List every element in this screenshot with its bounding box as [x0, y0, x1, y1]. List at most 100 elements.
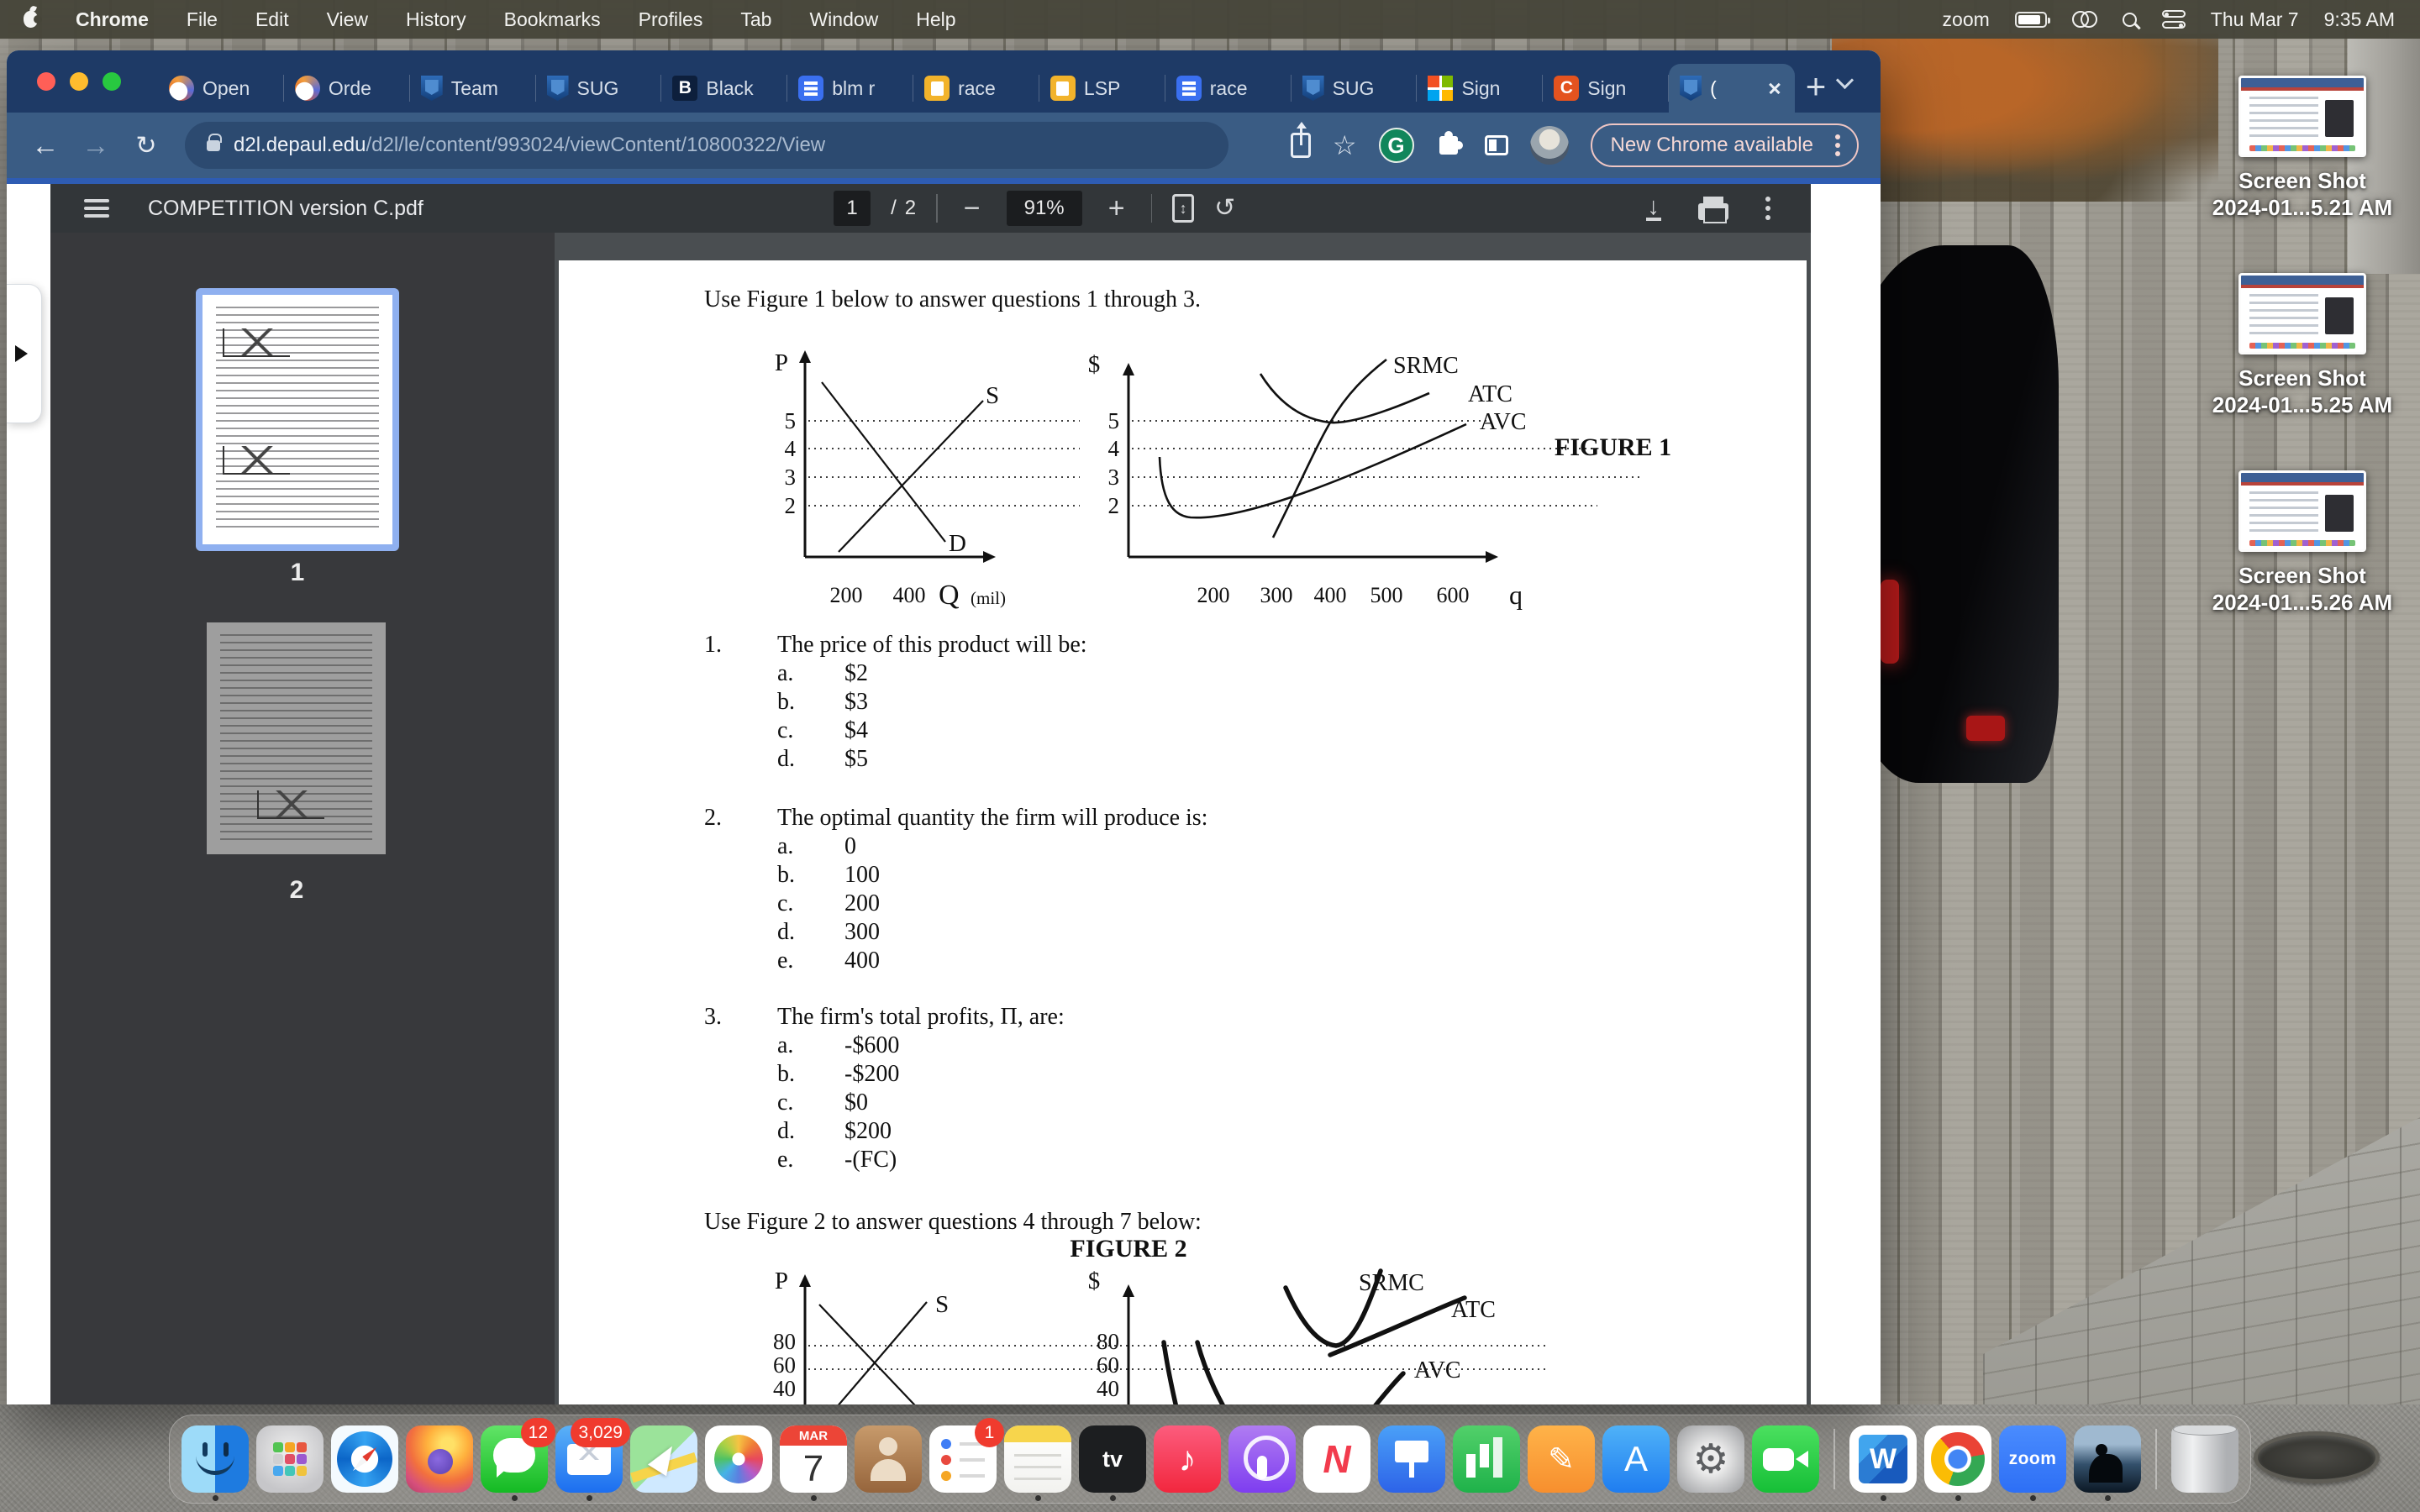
- back-button[interactable]: [27, 127, 64, 164]
- menu-bar-date[interactable]: Thu Mar 7: [2211, 8, 2299, 31]
- collapsed-panel-toggle[interactable]: [7, 284, 42, 423]
- zoom-out-button[interactable]: −: [958, 194, 986, 223]
- print-icon[interactable]: [1698, 197, 1728, 222]
- tab-close-icon[interactable]: [1765, 79, 1784, 97]
- share-icon[interactable]: [1290, 122, 1311, 158]
- dock-app-icon[interactable]: N: [1303, 1425, 1370, 1493]
- spotlight-search-icon[interactable]: [2122, 12, 2137, 27]
- dock-app-icon[interactable]: ⚙: [1677, 1425, 1744, 1493]
- dock-app-icon[interactable]: ✎: [1528, 1425, 1595, 1493]
- menu-item[interactable]: History: [406, 8, 466, 31]
- dock-app-icon[interactable]: [1378, 1425, 1445, 1493]
- dock-app-icon[interactable]: [406, 1425, 473, 1493]
- tab-label: SUG: [1332, 76, 1375, 99]
- screen-mirroring-icon[interactable]: [2071, 11, 2097, 28]
- desktop-screenshot-icon[interactable]: Screen Shot 2024-01...5.26 AM: [2212, 470, 2392, 616]
- dock-app-icon[interactable]: [1004, 1425, 1071, 1501]
- dock-app-icon[interactable]: 12: [481, 1418, 555, 1501]
- dock-app-icon[interactable]: [1453, 1425, 1520, 1493]
- pdf-zoom-level[interactable]: 91%: [1006, 191, 1082, 226]
- reload-button[interactable]: [128, 127, 165, 164]
- dock-app-icon[interactable]: [2074, 1425, 2141, 1501]
- browser-menu-kebab-icon[interactable]: [1835, 134, 1840, 156]
- browser-tab[interactable]: SUG: [1292, 64, 1418, 113]
- fullscreen-window-button[interactable]: [103, 72, 121, 91]
- fit-to-page-icon[interactable]: [1172, 194, 1195, 223]
- pdf-page-input[interactable]: 1: [834, 191, 871, 226]
- menu-bar-time[interactable]: 9:35 AM: [2324, 8, 2395, 31]
- browser-tab[interactable]: Sign: [1543, 64, 1669, 113]
- page-1-thumbnail[interactable]: [196, 288, 399, 551]
- dock-app-icon[interactable]: [331, 1425, 398, 1493]
- browser-tab[interactable]: Black: [661, 64, 788, 113]
- dock-app-icon[interactable]: [1924, 1425, 1991, 1501]
- control-center-icon[interactable]: [2161, 10, 2186, 29]
- apple-logo-icon[interactable]: [24, 11, 42, 28]
- zoom-in-button[interactable]: +: [1102, 194, 1131, 223]
- svg-text:300: 300: [1260, 583, 1293, 607]
- dock-app-icon[interactable]: 1: [929, 1418, 1004, 1493]
- profile-avatar[interactable]: [1529, 126, 1569, 165]
- svg-text:SRMC: SRMC: [1393, 353, 1459, 379]
- address-bar[interactable]: d2l.depaul.edu/d2l/le/content/993024/vie…: [185, 122, 1228, 169]
- page-2-thumbnail[interactable]: [207, 622, 386, 854]
- dock-app-icon[interactable]: ♪: [1154, 1425, 1221, 1493]
- tab-list-chevron-icon[interactable]: [1837, 74, 1852, 89]
- browser-tab[interactable]: blm r: [787, 64, 913, 113]
- dock-app-icon[interactable]: W: [1849, 1425, 1917, 1501]
- dock-app-icon[interactable]: [256, 1425, 324, 1493]
- dock-app-icon[interactable]: [630, 1425, 697, 1493]
- browser-tab[interactable]: (: [1669, 64, 1795, 113]
- dock-trash-icon[interactable]: [2171, 1425, 2238, 1493]
- browser-tab[interactable]: LSP: [1039, 64, 1165, 113]
- close-window-button[interactable]: [37, 72, 55, 91]
- grammarly-extension-icon[interactable]: G: [1378, 128, 1414, 163]
- browser-tab[interactable]: race: [913, 64, 1039, 113]
- pdf-viewer: COMPETITION version C.pdf 1 /2 − 91% + ↕…: [50, 184, 1811, 1404]
- menu-item[interactable]: Profiles: [639, 8, 703, 31]
- menu-item[interactable]: Window: [809, 8, 878, 31]
- dock-app-icon[interactable]: [1752, 1425, 1819, 1493]
- extensions-puzzle-icon[interactable]: [1439, 131, 1463, 155]
- desktop-screenshot-icon[interactable]: Screen Shot 2024-01...5.25 AM: [2212, 273, 2392, 418]
- menu-item[interactable]: Bookmarks: [504, 8, 601, 31]
- battery-icon[interactable]: [2014, 11, 2050, 28]
- rotate-page-icon[interactable]: [1214, 196, 1235, 221]
- browser-tab[interactable]: SUG: [536, 64, 662, 113]
- browser-tab[interactable]: Sign: [1417, 64, 1544, 113]
- dock-app-icon[interactable]: [1228, 1425, 1296, 1493]
- dock-app-icon[interactable]: zoom: [1999, 1425, 2066, 1501]
- zoom-menu-label[interactable]: zoom: [1943, 8, 1990, 31]
- menu-item[interactable]: File: [187, 8, 218, 31]
- dock-app-icon[interactable]: [182, 1425, 249, 1501]
- new-tab-button[interactable]: [1795, 64, 1837, 113]
- menu-item[interactable]: Help: [916, 8, 955, 31]
- app-icon-art: [1453, 1425, 1520, 1493]
- browser-tab[interactable]: Open: [158, 64, 284, 113]
- lock-icon[interactable]: [207, 133, 222, 151]
- dock-app-icon[interactable]: 3,029: [555, 1418, 630, 1501]
- bookmark-star-icon[interactable]: [1333, 132, 1357, 159]
- dock-app-icon[interactable]: MAR 7: [780, 1425, 847, 1501]
- menu-item[interactable]: Chrome: [76, 8, 149, 31]
- pdf-menu-icon[interactable]: [84, 197, 109, 219]
- dock-app-icon[interactable]: [705, 1425, 772, 1493]
- thumbnail-product-image: [2324, 495, 2354, 532]
- menu-item[interactable]: View: [327, 8, 368, 31]
- browser-tab[interactable]: Team: [410, 64, 536, 113]
- dock-app-icon[interactable]: [855, 1425, 922, 1493]
- pdf-more-options-icon[interactable]: [1765, 197, 1770, 220]
- download-icon[interactable]: [1645, 197, 1661, 221]
- dock-app-icon[interactable]: tv: [1079, 1425, 1146, 1501]
- update-chrome-button[interactable]: New Chrome available: [1590, 123, 1859, 167]
- screenshot-label: Screen Shot 2024-01...5.26 AM: [2212, 563, 2393, 615]
- minimize-window-button[interactable]: [70, 72, 88, 91]
- browser-tab[interactable]: Orde: [284, 64, 410, 113]
- dock-app-icon[interactable]: A: [1602, 1425, 1670, 1493]
- desktop-screenshot-icon[interactable]: Screen Shot 2024-01...5.21 AM: [2212, 76, 2392, 221]
- browser-tab[interactable]: race: [1165, 64, 1292, 113]
- menu-item[interactable]: Edit: [255, 8, 289, 31]
- forward-button[interactable]: [77, 127, 114, 164]
- side-panel-icon[interactable]: [1484, 135, 1508, 155]
- menu-item[interactable]: Tab: [740, 8, 771, 31]
